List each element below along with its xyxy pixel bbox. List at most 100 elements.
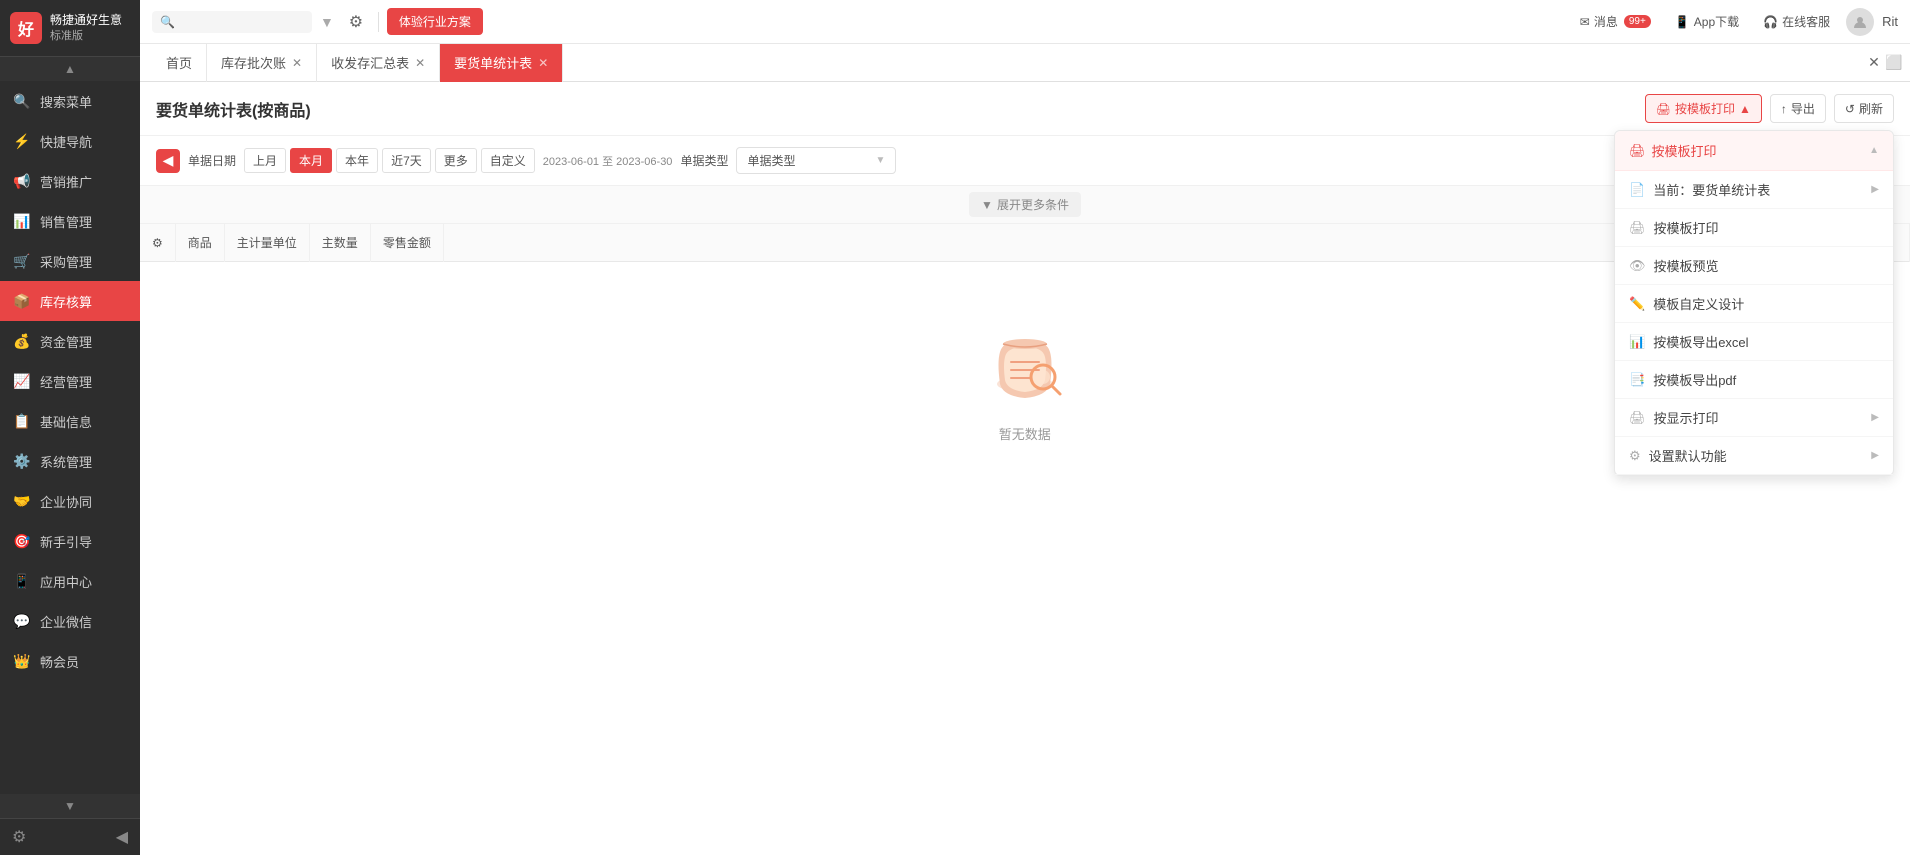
window-close-button[interactable]: ✕ xyxy=(1866,55,1882,71)
empty-state-text: 暂无数据 xyxy=(999,424,1051,443)
search-nav-icon: 🔍 xyxy=(12,91,32,111)
sidebar-bottom: ⚙ ◀ xyxy=(0,818,140,855)
chevron-up-icon: ▲ xyxy=(1739,102,1751,116)
filter-expand-button[interactable]: ◀ xyxy=(156,149,180,173)
print-icon: 🖨 xyxy=(1656,102,1671,116)
template-pdf-icon: 📑 xyxy=(1629,372,1645,388)
topbar: 🔍 ▼ ⚙ 体验行业方案 ✉ 消息 99+ 📱 App下载 🎧 在线客服 Rit xyxy=(140,0,1910,44)
sales-icon: 📊 xyxy=(12,211,32,231)
app-download-icon: 📱 xyxy=(1675,15,1690,29)
tab-home[interactable]: 首页 xyxy=(152,44,207,82)
date-btn-custom[interactable]: 自定义 xyxy=(481,148,535,173)
export-button[interactable]: ↑ 导出 xyxy=(1770,94,1826,123)
online-service-icon: 🎧 xyxy=(1763,15,1778,29)
topbar-gear-button[interactable]: ⚙ xyxy=(342,8,370,36)
dropdown-template-excel[interactable]: 📊 按模板导出excel xyxy=(1615,323,1893,361)
wechat-icon: 💬 xyxy=(12,611,32,631)
tabs-bar: 首页 库存批次账 ✕ 收发存汇总表 ✕ 要货单统计表 ✕ ✕ ⬜ xyxy=(140,44,1910,82)
print-template-button[interactable]: 🖨 按模板打印 ▲ xyxy=(1645,94,1762,123)
dropdown-display-print[interactable]: 🖨 按显示打印 ▶ xyxy=(1615,399,1893,437)
sidebar-item-member[interactable]: 👑 畅会员 xyxy=(0,641,140,681)
guide-icon: 🎯 xyxy=(12,531,32,551)
date-btn-this-year[interactable]: 本年 xyxy=(336,148,378,173)
sidebar-item-appstore[interactable]: 📱 应用中心 xyxy=(0,561,140,601)
date-btn-last-month[interactable]: 上月 xyxy=(244,148,286,173)
sidebar-item-collab[interactable]: 🤝 企业协同 xyxy=(0,481,140,521)
expand-chevron-icon: ▼ xyxy=(981,198,993,212)
sidebar-scroll-up[interactable]: ▲ xyxy=(0,57,140,81)
th-amount: 零售金额 xyxy=(370,224,443,262)
sidebar-gear-icon[interactable]: ⚙ xyxy=(12,827,26,847)
expand-more-button[interactable]: ▼ 展开更多条件 xyxy=(969,192,1081,217)
message-badge: 99+ xyxy=(1624,15,1651,28)
dropdown-set-default[interactable]: ⚙ 设置默认功能 ▶ xyxy=(1615,437,1893,475)
user-avatar[interactable] xyxy=(1846,8,1874,36)
sidebar-item-marketing[interactable]: 📢 营销推广 xyxy=(0,161,140,201)
window-controls: ✕ ⬜ xyxy=(1866,55,1902,71)
tab-inventory-batch[interactable]: 库存批次账 ✕ xyxy=(207,44,317,82)
purchase-icon: 🛒 xyxy=(12,251,32,271)
sidebar-item-system[interactable]: ⚙️ 系统管理 xyxy=(0,441,140,481)
tab-order-stat-close[interactable]: ✕ xyxy=(538,56,548,70)
date-btn-more[interactable]: 更多 xyxy=(435,148,477,173)
system-icon: ⚙️ xyxy=(12,451,32,471)
dropdown-current-template[interactable]: 📄 当前：要货单统计表 ▶ xyxy=(1615,171,1893,209)
collab-icon: 🤝 xyxy=(12,491,32,511)
tab-receipts-summary[interactable]: 收发存汇总表 ✕ xyxy=(317,44,440,82)
dropdown-template-print[interactable]: 🖨 按模板打印 xyxy=(1615,209,1893,247)
page-actions: 🖨 按模板打印 ▲ 🖨 按模板打印 ▲ xyxy=(1645,94,1894,123)
topbar-search[interactable]: 🔍 xyxy=(152,11,312,33)
dropdown-template-preview[interactable]: 👁 按模板预览 xyxy=(1615,247,1893,285)
tab-inventory-batch-close[interactable]: ✕ xyxy=(292,56,302,70)
th-unit: 主计量单位 xyxy=(224,224,309,262)
sidebar-item-sales[interactable]: 📊 销售管理 xyxy=(0,201,140,241)
template-design-icon: ✏️ xyxy=(1629,296,1645,312)
sidebar-item-operation[interactable]: 📈 经营管理 xyxy=(0,361,140,401)
appstore-icon: 📱 xyxy=(12,571,32,591)
message-button[interactable]: ✉ 消息 99+ xyxy=(1572,9,1659,34)
current-template-icon: 📄 xyxy=(1629,182,1645,198)
template-preview-icon: 👁 xyxy=(1629,258,1646,274)
quick-nav-icon: ⚡ xyxy=(12,131,32,151)
display-print-chevron: ▶ xyxy=(1871,412,1879,423)
tab-order-stat[interactable]: 要货单统计表 ✕ xyxy=(440,44,563,82)
finance-icon: 💰 xyxy=(12,331,32,351)
page-title: 要货单统计表(按商品) xyxy=(156,97,311,121)
sidebar-item-basic[interactable]: 📋 基础信息 xyxy=(0,401,140,441)
tab-receipts-summary-close[interactable]: ✕ xyxy=(415,56,425,70)
dropdown-template-design[interactable]: ✏️ 模板自定义设计 xyxy=(1615,285,1893,323)
sidebar-item-quick-nav[interactable]: ⚡ 快捷导航 xyxy=(0,121,140,161)
sidebar-item-guide[interactable]: 🎯 新手引导 xyxy=(0,521,140,561)
th-product: 商品 xyxy=(175,224,224,262)
trial-button[interactable]: 体验行业方案 xyxy=(387,8,483,35)
template-excel-icon: 📊 xyxy=(1629,334,1645,350)
date-btn-this-month[interactable]: 本月 xyxy=(290,148,332,173)
table-settings-icon[interactable]: ⚙ xyxy=(152,236,163,250)
sidebar-item-finance[interactable]: 💰 资金管理 xyxy=(0,321,140,361)
sidebar-item-wechat[interactable]: 💬 企业微信 xyxy=(0,601,140,641)
order-type-select[interactable]: 单据类型 ▼ xyxy=(736,147,896,174)
dropdown-chevron-up[interactable]: ▲ xyxy=(1869,145,1879,156)
sidebar-collapse-icon[interactable]: ◀ xyxy=(116,827,128,847)
refresh-button[interactable]: ↺ 刷新 xyxy=(1834,94,1894,123)
set-default-chevron: ▶ xyxy=(1871,450,1879,461)
date-range-display: 2023-06-01 至 2023-06-30 xyxy=(543,153,673,169)
date-filter: 上月 本月 本年 近7天 更多 自定义 xyxy=(244,148,535,173)
window-maximize-button[interactable]: ⬜ xyxy=(1886,55,1902,71)
th-settings[interactable]: ⚙ xyxy=(140,224,175,262)
display-print-icon: 🖨 xyxy=(1629,410,1646,426)
topbar-chevron-icon[interactable]: ▼ xyxy=(320,14,334,30)
date-btn-7days[interactable]: 近7天 xyxy=(382,148,431,173)
app-download-button[interactable]: 📱 App下载 xyxy=(1667,9,1747,34)
th-qty: 主数量 xyxy=(309,224,370,262)
dropdown-template-pdf[interactable]: 📑 按模板导出pdf xyxy=(1615,361,1893,399)
sidebar-item-search[interactable]: 🔍 搜索菜单 xyxy=(0,81,140,121)
sidebar-item-purchase[interactable]: 🛒 采购管理 xyxy=(0,241,140,281)
user-name: Rit xyxy=(1882,14,1898,29)
sidebar-item-inventory[interactable]: 📦 库存核算 xyxy=(0,281,140,321)
refresh-icon: ↺ xyxy=(1845,102,1855,116)
empty-icon xyxy=(975,322,1075,412)
online-service-button[interactable]: 🎧 在线客服 xyxy=(1755,9,1838,34)
template-print-icon: 🖨 xyxy=(1629,220,1646,236)
sidebar-scroll-down[interactable]: ▼ xyxy=(0,794,140,818)
